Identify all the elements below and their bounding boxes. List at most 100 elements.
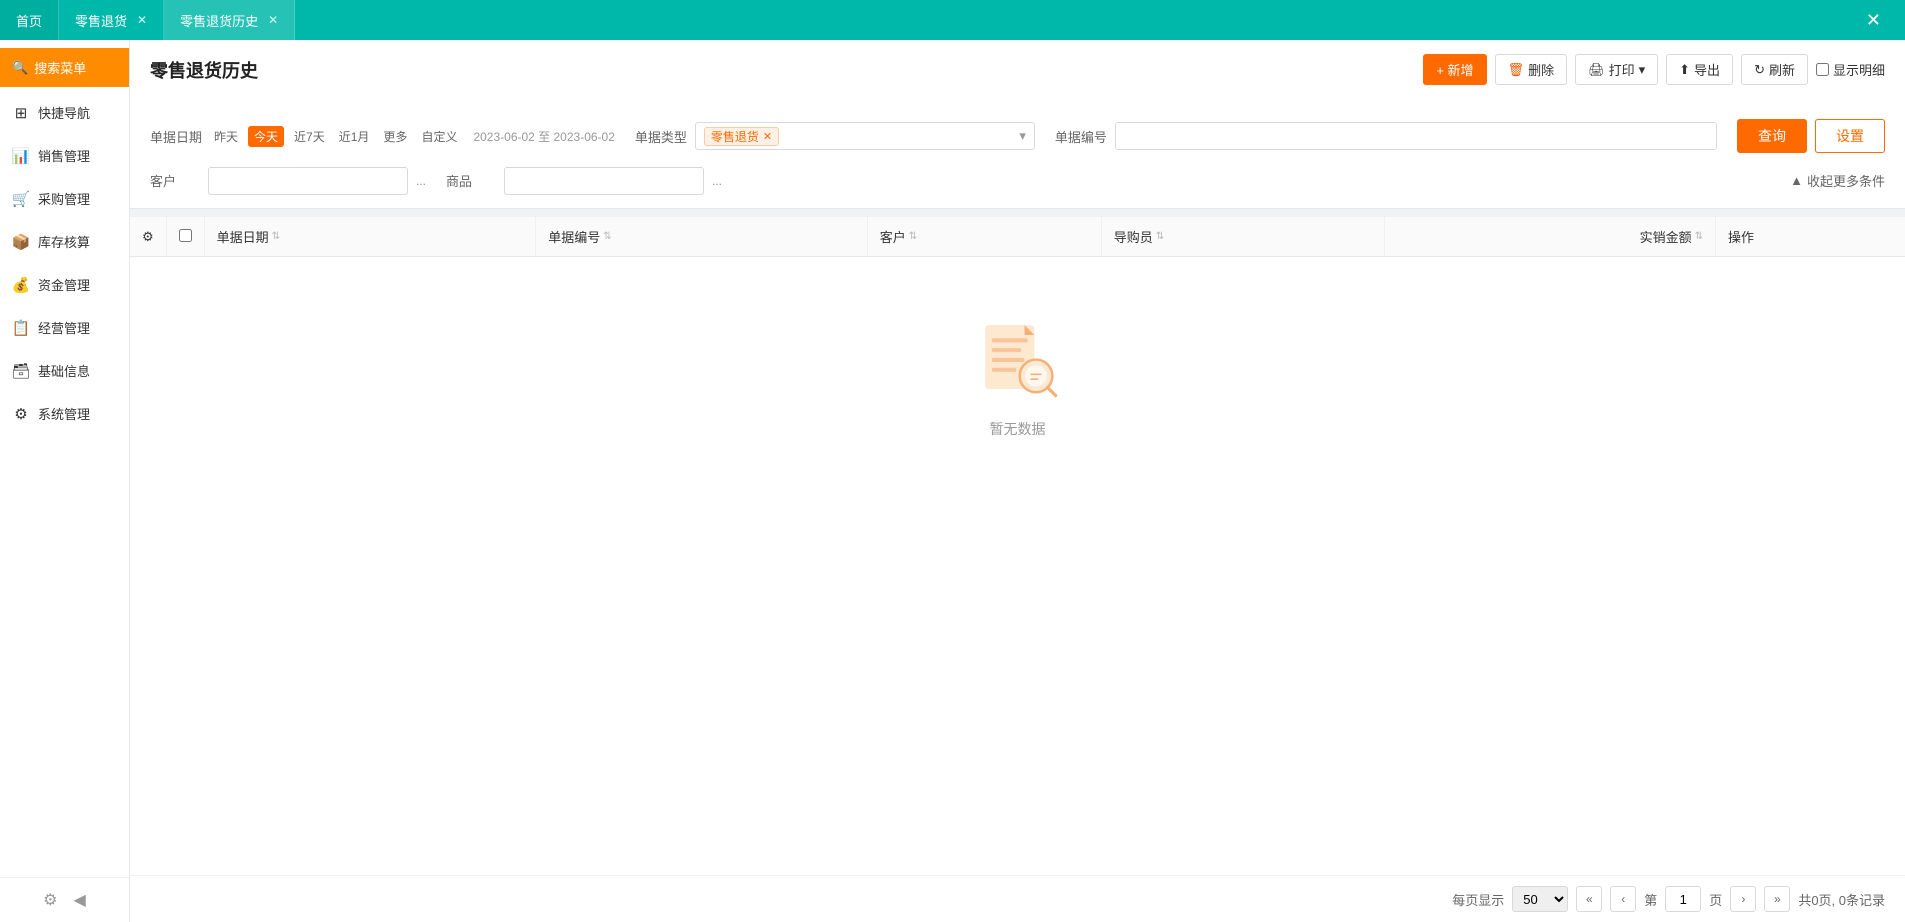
filter-row-1: 单据日期 昨天 今天 近7天 近1月 更多 自定义 2023-06-02 至 2… — [150, 119, 1885, 153]
print-icon: 🖨 — [1588, 62, 1605, 78]
sort-amount-icon: ⇅ — [1695, 231, 1703, 242]
remove-type-tag[interactable]: ✕ — [763, 130, 772, 143]
main-layout: 🔍 搜索菜单 ⊞ 快捷导航 📊 销售管理 🛒 采购管理 📦 库存核算 💰 资金管… — [0, 40, 1905, 922]
query-button[interactable]: 查询 — [1737, 119, 1807, 153]
tab-home[interactable]: 首页 — [0, 0, 59, 40]
date-option-more[interactable]: 更多 — [379, 126, 411, 147]
collapse-sidebar-icon[interactable]: ◀ — [74, 890, 86, 910]
sort-amount[interactable]: 实销金额 ⇅ — [1640, 227, 1703, 246]
empty-row: 暂无数据 — [130, 257, 1905, 480]
customer-input[interactable] — [208, 167, 408, 195]
sidebar-item-finance[interactable]: 💰 资金管理 — [0, 263, 129, 306]
settings-bottom-icon[interactable]: ⚙ — [43, 890, 57, 910]
page-size-label: 每页显示 — [1452, 890, 1504, 909]
database-icon: 🗃 — [12, 362, 30, 380]
refresh-button[interactable]: ↻ 刷新 — [1741, 54, 1808, 85]
customer-browse-icon[interactable]: ... — [416, 174, 426, 188]
th-amount: 实销金额 ⇅ — [1384, 217, 1716, 257]
date-option-1month[interactable]: 近1月 — [335, 126, 374, 147]
prev-page-button[interactable]: ‹ — [1610, 886, 1636, 912]
last-page-button[interactable]: » — [1764, 886, 1790, 912]
selected-type-tag: 零售退货 ✕ — [704, 127, 779, 146]
date-option-today[interactable]: 今天 — [248, 126, 284, 147]
th-guide: 导购员 ⇅ — [1101, 217, 1384, 257]
select-all-checkbox[interactable] — [179, 229, 192, 242]
next-page-button[interactable]: › — [1730, 886, 1756, 912]
th-date: 单据日期 ⇅ — [204, 217, 536, 257]
toolbar: + 新增 🗑 删除 🖨 打印 ▾ ⬆ 导出 ↻ — [1423, 54, 1885, 85]
sidebar-item-sales-mgmt[interactable]: 📊 销售管理 — [0, 134, 129, 177]
collapse-icon: ▲ — [1790, 173, 1803, 188]
date-option-custom[interactable]: 自定义 — [417, 126, 461, 147]
action-buttons: 查询 设置 — [1737, 119, 1885, 153]
search-menu-button[interactable]: 🔍 搜索菜单 — [0, 48, 129, 87]
date-filter: 单据日期 昨天 今天 近7天 近1月 更多 自定义 2023-06-02 至 2… — [150, 126, 615, 147]
customer-label: 客户 — [150, 171, 200, 190]
sort-date-icon: ⇅ — [272, 231, 280, 242]
sidebar-item-basic-info[interactable]: 🗃 基础信息 — [0, 349, 129, 392]
th-action: 操作 — [1716, 217, 1905, 257]
tab-retail-return-history[interactable]: 零售退货历史 ✕ — [164, 0, 295, 40]
top-bar-right: ✕ — [1858, 10, 1905, 31]
delete-button[interactable]: 🗑 删除 — [1495, 54, 1568, 85]
sort-order-no[interactable]: 单据编号 ⇅ — [548, 227, 611, 246]
cart-icon: 🛒 — [12, 190, 30, 208]
close-retail-return-history-tab[interactable]: ✕ — [268, 13, 278, 27]
collapse-button[interactable]: ▲ 收起更多条件 — [1790, 171, 1885, 190]
box-icon: 📦 — [12, 233, 30, 251]
goods-label: 商品 — [446, 171, 496, 190]
th-checkbox — [166, 217, 204, 257]
type-dropdown-icon: ▾ — [1019, 128, 1026, 144]
sort-guide[interactable]: 导购员 ⇅ — [1114, 227, 1164, 246]
show-detail-checkbox[interactable]: 显示明细 — [1816, 60, 1885, 79]
clipboard-icon: 📋 — [12, 319, 30, 337]
column-settings-icon[interactable]: ⚙ — [142, 229, 154, 244]
sidebar-item-system-mgmt[interactable]: ⚙ 系统管理 — [0, 392, 129, 435]
date-range-display: 2023-06-02 至 2023-06-02 — [473, 128, 614, 145]
window-close-button[interactable]: ✕ — [1858, 10, 1889, 31]
sidebar-item-quick-nav[interactable]: ⊞ 快捷导航 — [0, 91, 129, 134]
export-button[interactable]: ⬆ 导出 — [1666, 54, 1733, 85]
money-icon: 💰 — [12, 276, 30, 294]
order-no-filter: 单据编号 — [1055, 122, 1717, 150]
setting-button[interactable]: 设置 — [1815, 119, 1885, 153]
date-option-yesterday[interactable]: 昨天 — [210, 126, 242, 147]
goods-input[interactable] — [504, 167, 704, 195]
page-label: 第 — [1644, 890, 1657, 909]
filter-area: 单据日期 昨天 今天 近7天 近1月 更多 自定义 2023-06-02 至 2… — [130, 107, 1905, 198]
th-order-no: 单据编号 ⇅ — [536, 217, 868, 257]
print-dropdown-icon: ▾ — [1639, 62, 1646, 78]
add-button[interactable]: + 新增 — [1423, 54, 1486, 85]
type-select[interactable]: 零售退货 ✕ ▾ — [695, 122, 1035, 150]
sort-date[interactable]: 单据日期 ⇅ — [217, 227, 280, 246]
pagination-bar: 每页显示 10 20 50 100 « ‹ 第 页 › » 共0页, 0条记录 — [130, 875, 1905, 922]
order-no-input[interactable] — [1115, 122, 1717, 150]
tab-retail-return[interactable]: 零售退货 ✕ — [59, 0, 164, 40]
content-area: 零售退货历史 + 新增 🗑 删除 🖨 打印 ▾ ⬆ 导出 — [130, 40, 1905, 922]
date-option-7days[interactable]: 近7天 — [290, 126, 329, 147]
sort-customer[interactable]: 客户 ⇅ — [880, 227, 917, 246]
data-table: ⚙ 单据日期 ⇅ 单据编号 — [130, 217, 1905, 479]
close-retail-return-tab[interactable]: ✕ — [137, 13, 147, 27]
empty-area: 暂无数据 — [130, 257, 1905, 479]
print-button[interactable]: 🖨 打印 ▾ — [1575, 54, 1658, 85]
sidebar-bottom: ⚙ ◀ — [0, 877, 129, 922]
goods-browse-icon[interactable]: ... — [712, 174, 722, 188]
sort-order-no-icon: ⇅ — [603, 231, 611, 242]
first-page-button[interactable]: « — [1576, 886, 1602, 912]
type-filter-label: 单据类型 — [635, 127, 687, 146]
sidebar-item-operations[interactable]: 📋 经营管理 — [0, 306, 129, 349]
search-icon: 🔍 — [12, 60, 28, 76]
sidebar-item-inventory[interactable]: 📦 库存核算 — [0, 220, 129, 263]
show-detail-input[interactable] — [1816, 63, 1829, 76]
sidebar-item-purchase-mgmt[interactable]: 🛒 采购管理 — [0, 177, 129, 220]
refresh-icon: ↻ — [1754, 62, 1765, 78]
page-size-select[interactable]: 10 20 50 100 — [1512, 886, 1568, 912]
filter-row-2: 客户 ... 商品 ... ▲ 收起更多条件 — [150, 163, 1885, 198]
page-number-input[interactable] — [1665, 886, 1701, 912]
export-icon: ⬆ — [1679, 62, 1690, 78]
sort-customer-icon: ⇅ — [909, 231, 917, 242]
th-customer: 客户 ⇅ — [867, 217, 1101, 257]
page-unit: 页 — [1709, 890, 1722, 909]
table-body: 暂无数据 — [130, 257, 1905, 480]
